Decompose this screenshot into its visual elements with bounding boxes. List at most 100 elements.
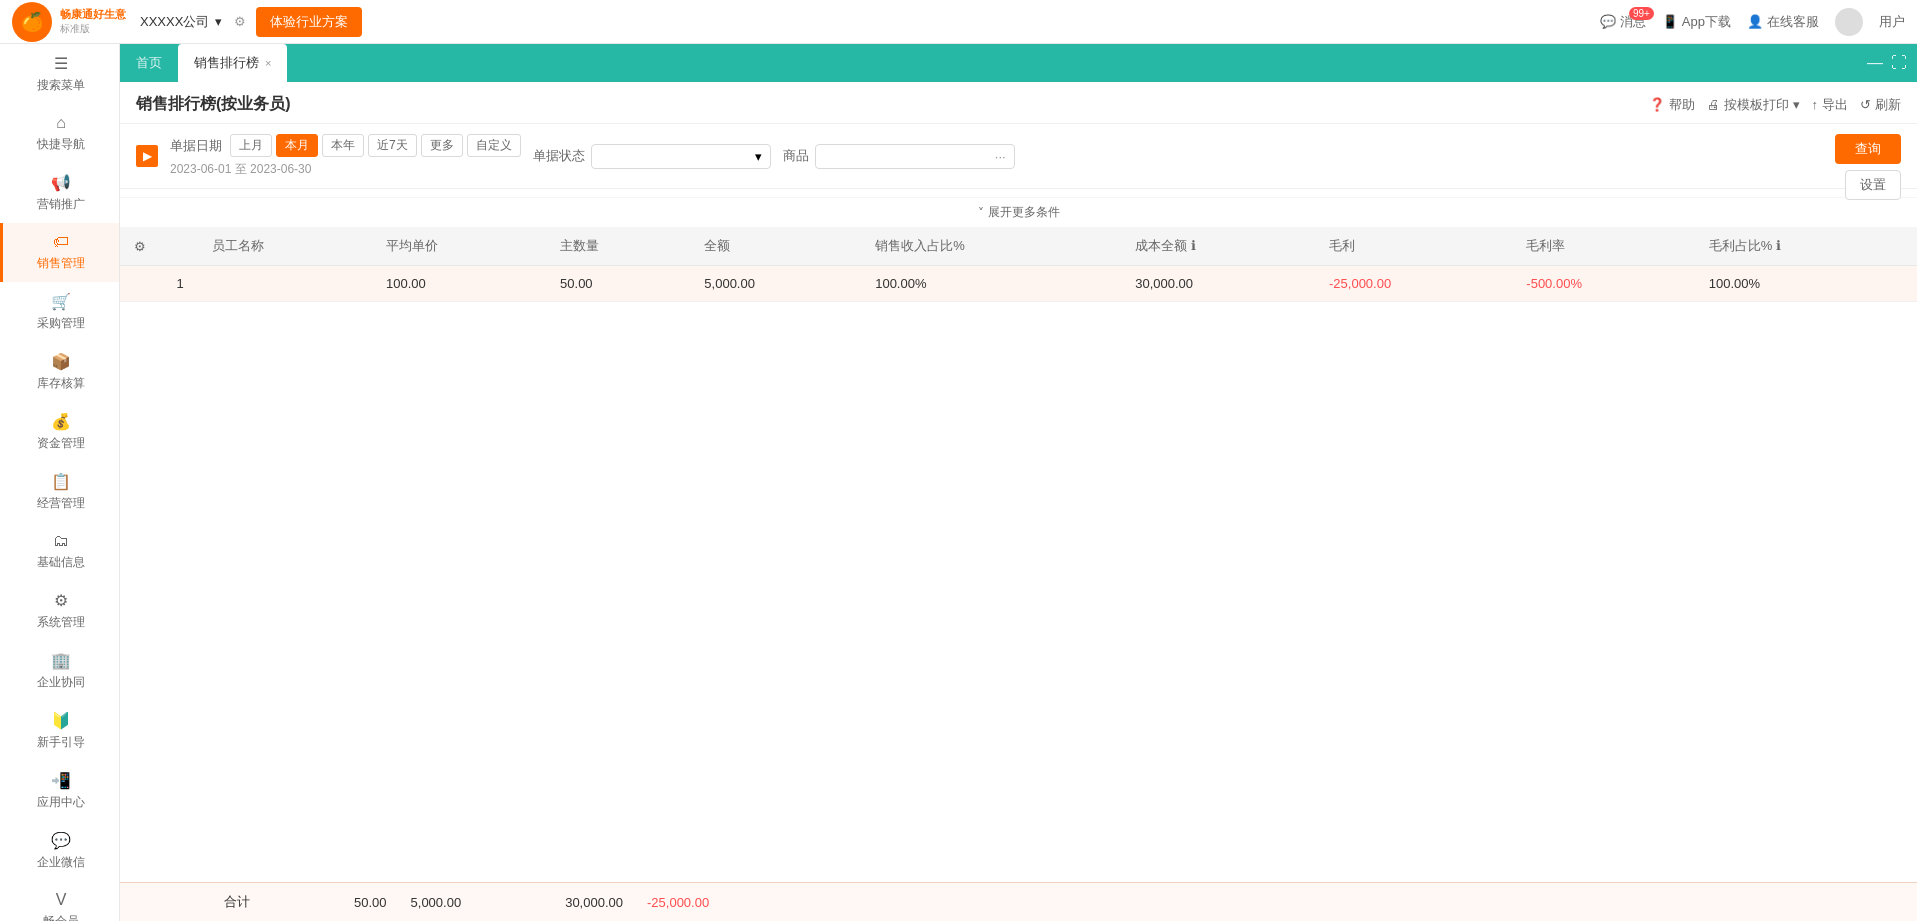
col-cost: 成本全额 ℹ bbox=[1123, 227, 1317, 266]
date-btn-more[interactable]: 更多 bbox=[421, 134, 463, 157]
goods-label: 商品 bbox=[783, 147, 809, 165]
more-dots-icon[interactable]: ··· bbox=[995, 149, 1006, 164]
goods-input[interactable]: ··· bbox=[815, 144, 1015, 169]
filter-date-group: 单据日期 上月 本月 本年 近7天 更多 自定义 bbox=[170, 134, 521, 178]
sidebar-item-enterprise[interactable]: 🏢 企业协同 bbox=[0, 641, 119, 701]
tab-sales-rank[interactable]: 销售排行榜 × bbox=[178, 44, 287, 82]
expand-down-icon: ˅ bbox=[978, 206, 984, 220]
cell-empty bbox=[120, 266, 160, 302]
cell-employee bbox=[200, 266, 374, 302]
footer-quantity: 50.00 bbox=[342, 895, 399, 910]
expand-more-button[interactable]: ˅ 展开更多条件 bbox=[120, 197, 1917, 227]
sidebar-item-inventory[interactable]: 📦 库存核算 bbox=[0, 342, 119, 402]
help-button[interactable]: ❓ 帮助 bbox=[1649, 96, 1695, 114]
tab-fullscreen-icon[interactable]: ⛶ bbox=[1891, 54, 1907, 72]
tabs-right-actions: — ⛶ bbox=[1867, 54, 1917, 72]
sidebar-item-member[interactable]: V 畅会员 bbox=[0, 881, 119, 921]
data-table: ⚙ 员工名称 平均单价 主数量 全额 销售收入占比% 成本全额 ℹ 毛利 毛 bbox=[120, 227, 1917, 302]
purchase-icon: 🛒 bbox=[51, 292, 71, 311]
col-quantity: 主数量 bbox=[548, 227, 692, 266]
page-title: 销售排行榜(按业务员) bbox=[136, 94, 291, 115]
cell-avg-price: 100.00 bbox=[374, 266, 548, 302]
tab-close-icon[interactable]: × bbox=[265, 57, 271, 69]
app-logo: 🍊 bbox=[12, 2, 52, 42]
col-settings[interactable]: ⚙ bbox=[120, 227, 160, 266]
header-actions: ❓ 帮助 🖨 按模板打印 ▾ ↑ 导出 ↺ bbox=[1649, 96, 1902, 114]
col-amount: 全额 bbox=[692, 227, 863, 266]
search-button[interactable]: 查询 bbox=[1835, 134, 1901, 164]
col-profit-pct: 毛利占比% ℹ bbox=[1697, 227, 1917, 266]
settings-button[interactable]: 设置 bbox=[1845, 170, 1901, 200]
trial-button[interactable]: 体验行业方案 bbox=[256, 7, 362, 37]
home-icon: ⌂ bbox=[56, 114, 66, 132]
sidebar-item-finance[interactable]: 💰 资金管理 bbox=[0, 402, 119, 462]
sidebar-item-system[interactable]: ⚙ 系统管理 bbox=[0, 581, 119, 641]
marketing-icon: 📢 bbox=[51, 173, 71, 192]
date-btn-this-month[interactable]: 本月 bbox=[276, 134, 318, 157]
tab-minimize-icon[interactable]: — bbox=[1867, 54, 1883, 72]
table-header-row: ⚙ 员工名称 平均单价 主数量 全额 销售收入占比% 成本全额 ℹ 毛利 毛 bbox=[120, 227, 1917, 266]
message-badge: 99+ bbox=[1629, 7, 1654, 20]
col-avg-price: 平均单价 bbox=[374, 227, 548, 266]
company-selector[interactable]: XXXXX公司 ▾ bbox=[132, 9, 230, 35]
content-area: 首页 销售排行榜 × — ⛶ 销售排行榜(按业务员) ❓ bbox=[120, 44, 1917, 921]
filter-goods: 商品 ··· bbox=[783, 144, 1015, 169]
sidebar-item-search[interactable]: ☰ 搜索菜单 bbox=[0, 44, 119, 104]
status-select[interactable]: ▾ bbox=[591, 144, 771, 169]
date-btn-7days[interactable]: 近7天 bbox=[368, 134, 417, 157]
refresh-button[interactable]: ↺ 刷新 bbox=[1860, 96, 1901, 114]
print-button[interactable]: 🖨 按模板打印 ▾ bbox=[1707, 96, 1800, 114]
sidebar-item-guide[interactable]: 🔰 新手引导 bbox=[0, 701, 119, 761]
guide-icon: 🔰 bbox=[51, 711, 71, 730]
inner-page: 销售排行榜(按业务员) ❓ 帮助 🖨 按模板打印 ▾ ↑ bbox=[120, 82, 1917, 921]
app-center-icon: 📲 bbox=[51, 771, 71, 790]
footer-total-label: 合计 bbox=[212, 893, 262, 911]
app-download-button[interactable]: 📱 App下载 bbox=[1662, 13, 1731, 31]
weixin-icon: 💬 bbox=[51, 831, 71, 850]
sidebar: ☰ 搜索菜单 ⌂ 快捷导航 📢 营销推广 🏷 销售管理 🛒 采购管理 📦 库存核… bbox=[0, 44, 120, 921]
inventory-icon: 📦 bbox=[51, 352, 71, 371]
sidebar-item-marketing[interactable]: 📢 营销推广 bbox=[0, 163, 119, 223]
sidebar-item-weixin[interactable]: 💬 企业微信 bbox=[0, 821, 119, 881]
table-settings-icon[interactable]: ⚙ bbox=[134, 239, 146, 254]
filter-toggle-button[interactable]: ▶ bbox=[136, 145, 158, 167]
username[interactable]: 用户 bbox=[1879, 13, 1905, 31]
top-right-actions: 💬 消息 99+ 📱 App下载 👤 在线客服 用户 bbox=[1600, 8, 1905, 36]
filter-row: ▶ 单据日期 上月 本月 本年 近7天 bbox=[136, 134, 1747, 178]
date-btn-last-month[interactable]: 上月 bbox=[230, 134, 272, 157]
table-section: ⚙ 员工名称 平均单价 主数量 全额 销售收入占比% 成本全额 ℹ 毛利 毛 bbox=[120, 227, 1917, 882]
sidebar-item-purchase[interactable]: 🛒 采购管理 bbox=[0, 282, 119, 342]
finance-icon: 💰 bbox=[51, 412, 71, 431]
date-range-buttons: 上月 本月 本年 近7天 更多 自定义 bbox=[230, 134, 521, 157]
footer-cost: 30,000.00 bbox=[553, 895, 635, 910]
message-button[interactable]: 💬 消息 99+ bbox=[1600, 13, 1646, 31]
col-sales-pct: 销售收入占比% bbox=[863, 227, 1123, 266]
export-button[interactable]: ↑ 导出 bbox=[1812, 96, 1849, 114]
gear-icon[interactable]: ⚙ bbox=[234, 14, 246, 29]
page-header: 销售排行榜(按业务员) ❓ 帮助 🖨 按模板打印 ▾ ↑ bbox=[120, 82, 1917, 124]
avatar[interactable] bbox=[1835, 8, 1863, 36]
status-label: 单据状态 bbox=[533, 147, 585, 165]
sidebar-item-basic-info[interactable]: 🗂 基础信息 bbox=[0, 522, 119, 581]
sidebar-item-app-center[interactable]: 📲 应用中心 bbox=[0, 761, 119, 821]
sidebar-item-sales[interactable]: 🏷 销售管理 bbox=[0, 223, 119, 282]
system-icon: ⚙ bbox=[54, 591, 68, 610]
sidebar-item-operations[interactable]: 📋 经营管理 bbox=[0, 462, 119, 522]
sidebar-item-quick-nav[interactable]: ⌂ 快捷导航 bbox=[0, 104, 119, 163]
table-row: 1 100.00 50.00 5,000.00 100.00% 30,000.0… bbox=[120, 266, 1917, 302]
tab-home[interactable]: 首页 bbox=[120, 44, 178, 82]
online-service-button[interactable]: 👤 在线客服 bbox=[1747, 13, 1819, 31]
refresh-icon: ↺ bbox=[1860, 97, 1871, 112]
cell-amount: 5,000.00 bbox=[692, 266, 863, 302]
company-name: XXXXX公司 bbox=[140, 13, 209, 31]
filter-date-row: 单据日期 上月 本月 本年 近7天 更多 自定义 bbox=[170, 134, 521, 157]
date-btn-custom[interactable]: 自定义 bbox=[467, 134, 521, 157]
date-btn-this-year[interactable]: 本年 bbox=[322, 134, 364, 157]
print-chevron-icon: ▾ bbox=[1793, 97, 1800, 112]
top-bar: 🍊 畅康通好生意 标准版 XXXXX公司 ▾ ⚙ 体验行业方案 💬 消息 99+… bbox=[0, 0, 1917, 44]
print-icon: 🖨 bbox=[1707, 97, 1720, 112]
cell-rank: 1 bbox=[160, 266, 200, 302]
basic-info-icon: 🗂 bbox=[53, 532, 69, 550]
message-icon: 💬 bbox=[1600, 14, 1616, 29]
page-content: 销售排行榜(按业务员) ❓ 帮助 🖨 按模板打印 ▾ ↑ bbox=[120, 82, 1917, 921]
